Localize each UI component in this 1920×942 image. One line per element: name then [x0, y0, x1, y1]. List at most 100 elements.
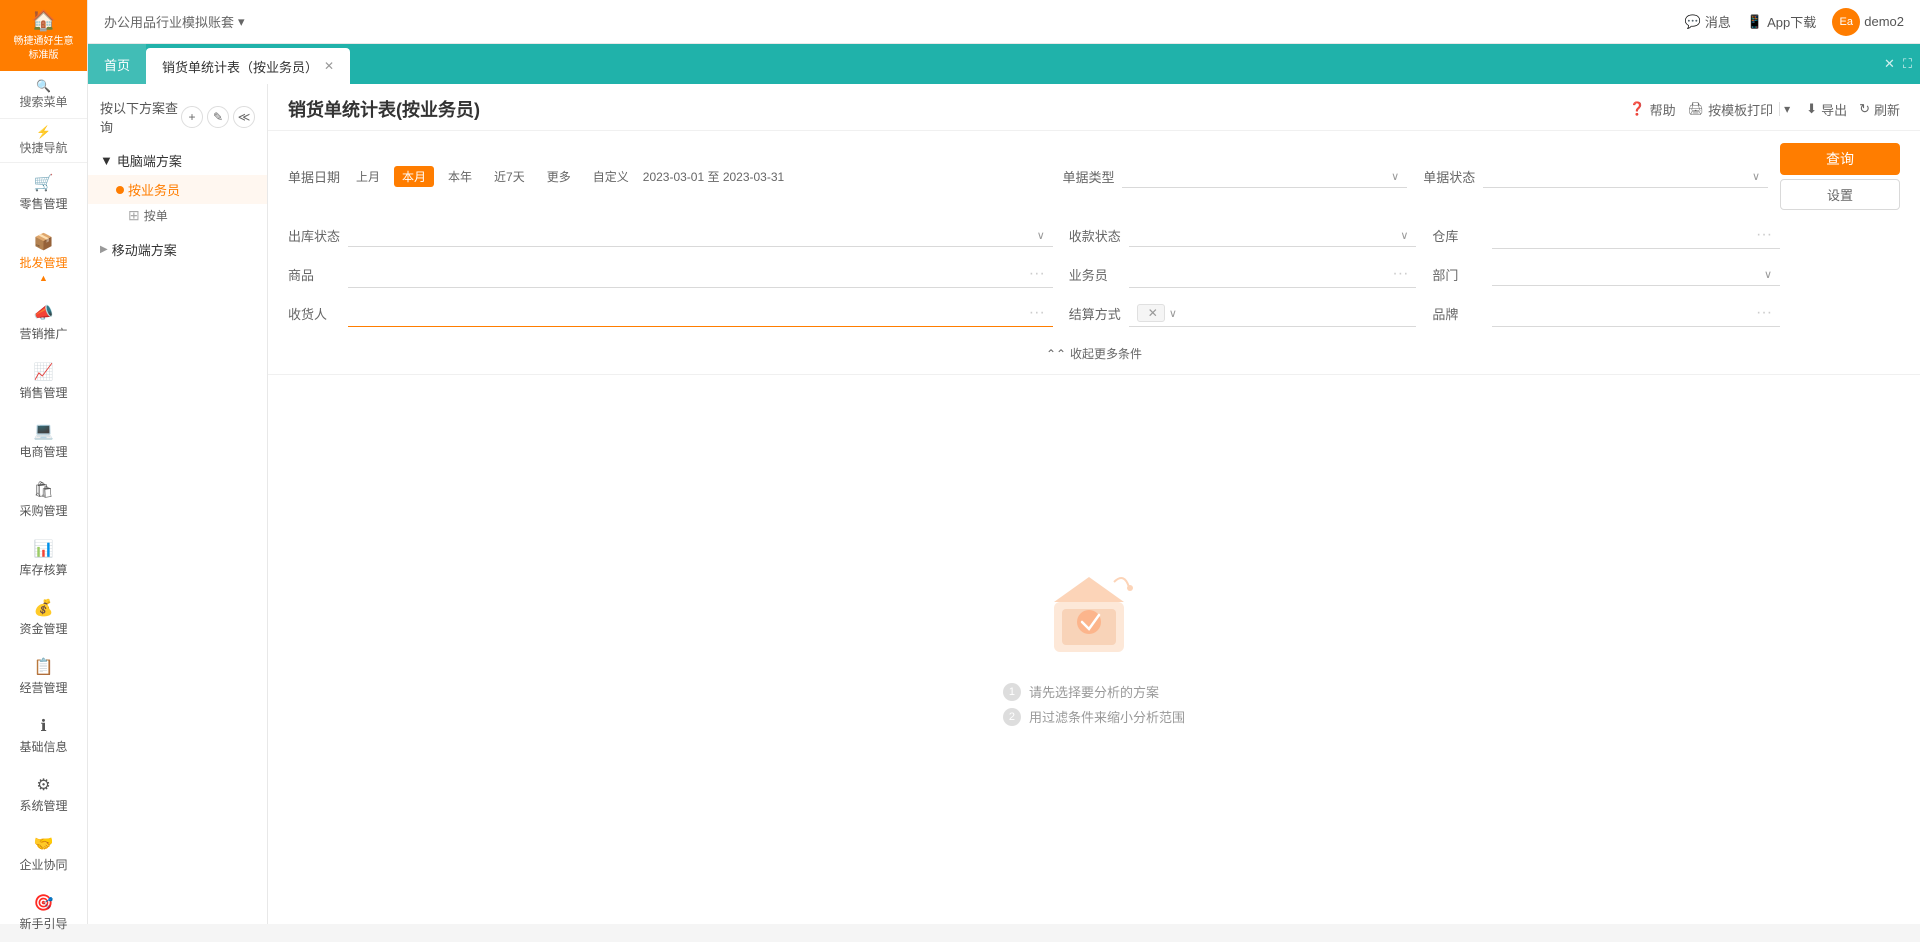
sidebar-logo[interactable]: 🏠 畅捷通好生意 标准版: [0, 0, 87, 71]
dept-label: 部门: [1432, 265, 1492, 284]
sidebar-item-finance[interactable]: 💰 资金管理: [0, 588, 87, 647]
tree-desktop-label: 电脑端方案: [117, 151, 182, 170]
warehouse-dots: ···: [1756, 226, 1772, 244]
warehouse-control[interactable]: ···: [1492, 222, 1780, 249]
sidebar-search[interactable]: 🔍 搜索菜单: [0, 71, 87, 119]
guide-icon: 🎯: [34, 893, 54, 913]
tab-close-icon[interactable]: ✕: [324, 59, 334, 73]
add-scheme-button[interactable]: +: [181, 106, 203, 128]
refresh-button[interactable]: ↻ 刷新: [1859, 100, 1900, 119]
out-status-control[interactable]: ∨: [348, 225, 1053, 247]
filter-salesman: 业务员 ···: [1069, 261, 1417, 288]
template-print-main[interactable]: 🖨 按模板打印: [1688, 100, 1780, 119]
purchase-icon: 🛍: [33, 480, 53, 500]
collapse-icon: ≪: [238, 110, 251, 124]
sidebar-item-retail[interactable]: 🛒 零售管理: [0, 163, 87, 222]
salesman-label: 业务员: [1069, 265, 1129, 284]
edit-scheme-button[interactable]: ✎: [207, 106, 229, 128]
payment-clear-button[interactable]: ✕: [1148, 306, 1158, 320]
tab-home-label: 首页: [104, 55, 130, 74]
sidebar-item-guide[interactable]: 🎯 新手引导: [0, 883, 87, 942]
receipt-status-control[interactable]: ∨: [1129, 225, 1417, 247]
collapse-panel-button[interactable]: ≪: [233, 106, 255, 128]
app-download-label: App下载: [1767, 12, 1816, 31]
tree-desktop-schemes[interactable]: ▼ 电脑端方案: [88, 146, 267, 175]
brand-label: 品牌: [1432, 304, 1492, 323]
sidebar-item-wholesale[interactable]: 📦 批发管理 ▲: [0, 222, 87, 293]
date-btn-last-month[interactable]: 上月: [348, 166, 388, 187]
brand-control[interactable]: ···: [1492, 300, 1780, 327]
date-btn-custom[interactable]: 自定义: [585, 166, 637, 187]
date-label: 单据日期: [288, 167, 348, 186]
tree-child-by-salesman[interactable]: 按业务员: [88, 175, 267, 204]
right-panel: 销货单统计表(按业务员) ❓ 帮助 🖨 按模板打印 ▾ ⬇: [268, 84, 1920, 924]
sidebar-item-corp[interactable]: 🤝 企业协同: [0, 824, 87, 883]
help-button[interactable]: ❓ 帮助: [1629, 100, 1675, 119]
breadcrumb-text: 办公用品行业模拟账套: [104, 12, 234, 31]
empty-tips: 1 请先选择要分析的方案 2 用过滤条件来缩小分析范围: [1003, 682, 1185, 732]
filter-warehouse: 仓库 ···: [1432, 222, 1780, 249]
print-icon: 🖨: [1688, 101, 1705, 117]
filter-doc-type: 单据类型 ∨: [1062, 166, 1407, 188]
goods-control[interactable]: ···: [348, 261, 1053, 288]
logo-icon: 🏠: [4, 8, 83, 34]
sidebar-item-basic[interactable]: ℹ 基础信息: [0, 706, 87, 765]
sidebar-item-operation[interactable]: 📋 经营管理: [0, 647, 87, 706]
doc-type-arrow: ∨: [1391, 170, 1399, 183]
sidebar-item-ecommerce[interactable]: 💻 电商管理: [0, 411, 87, 470]
tree-chevron-mobile: ▶: [100, 244, 108, 255]
collapse-chevron-up: ⌃⌃: [1046, 347, 1066, 361]
settings-button[interactable]: 设置: [1780, 179, 1900, 210]
date-btn-this-month[interactable]: 本月: [394, 166, 434, 187]
sidebar-sales-label: 销售管理: [19, 384, 67, 401]
help-icon: ❓: [1629, 101, 1645, 117]
sidebar-item-system[interactable]: ⚙ 系统管理: [0, 765, 87, 824]
dept-control[interactable]: ∨: [1492, 264, 1780, 286]
export-button[interactable]: ⬇ 导出: [1806, 100, 1847, 119]
basic-icon: ℹ: [40, 716, 46, 736]
tree-section-mobile: ▶ 移动端方案: [88, 231, 267, 268]
template-print-dropdown[interactable]: ▾: [1779, 102, 1794, 116]
breadcrumb-dropdown[interactable]: 办公用品行业模拟账套 ▾: [104, 12, 245, 31]
avatar[interactable]: Ea: [1832, 8, 1860, 36]
tip-text-2: 用过滤条件来缩小分析范围: [1029, 707, 1185, 726]
doc-type-control[interactable]: ∨: [1122, 166, 1407, 188]
add-icon: +: [188, 110, 195, 124]
collapse-section: ⌃⌃ 收起更多条件: [288, 339, 1900, 362]
tree-mobile-schemes[interactable]: ▶ 移动端方案: [88, 235, 267, 264]
query-button[interactable]: 查询: [1780, 143, 1900, 175]
edit-icon: ✎: [213, 110, 223, 124]
consignee-control[interactable]: ···: [348, 300, 1053, 327]
sidebar-guide-label: 新手引导: [19, 915, 67, 932]
sidebar-item-purchase[interactable]: 🛍 采购管理: [0, 470, 87, 529]
sidebar-item-sales[interactable]: 📈 销售管理: [0, 352, 87, 411]
page-header: 销货单统计表(按业务员) ❓ 帮助 🖨 按模板打印 ▾ ⬇: [268, 84, 1920, 131]
salesman-control[interactable]: ···: [1129, 261, 1417, 288]
consignee-label: 收货人: [288, 304, 348, 323]
tabbar: 首页 销货单统计表（按业务员） ✕ ✕ ⛶: [88, 44, 1920, 84]
collapse-conditions-button[interactable]: ⌃⌃ 收起更多条件: [1046, 345, 1142, 362]
app-download-button[interactable]: 📱 App下载: [1747, 12, 1816, 31]
window-close-icon[interactable]: ✕: [1884, 56, 1895, 72]
user-profile[interactable]: Ea demo2: [1832, 8, 1904, 36]
main-area: 办公用品行业模拟账套 ▾ 💬 消息 📱 App下载 Ea demo2 首页: [88, 0, 1920, 924]
tab-home[interactable]: 首页: [88, 44, 146, 84]
sidebar-item-marketing[interactable]: 📣 营销推广: [0, 293, 87, 352]
tabbar-expand[interactable]: ✕ ⛶: [1884, 56, 1912, 72]
operation-icon: 📋: [34, 657, 54, 677]
date-btn-this-year[interactable]: 本年: [440, 166, 480, 187]
dept-arrow: ∨: [1764, 268, 1772, 281]
tree-sub-by-order[interactable]: ⊞ 按单: [88, 204, 267, 227]
sidebar-item-inventory[interactable]: 📊 库存核算: [0, 529, 87, 588]
payment-control[interactable]: ✕ ∨: [1129, 300, 1417, 327]
doc-status-control[interactable]: ∨: [1483, 166, 1768, 188]
date-btn-7days[interactable]: 近7天: [486, 166, 533, 187]
template-print-button[interactable]: 🖨 按模板打印 ▾: [1688, 100, 1795, 119]
left-panel-actions: + ✎ ≪: [181, 106, 255, 128]
sidebar-quicknav[interactable]: ⚡ 快捷导航: [0, 119, 87, 163]
date-btn-more[interactable]: 更多: [539, 166, 579, 187]
doc-status-arrow: ∨: [1752, 170, 1760, 183]
tab-sales-stat[interactable]: 销货单统计表（按业务员） ✕: [146, 48, 350, 84]
message-button[interactable]: 💬 消息: [1685, 12, 1731, 31]
window-expand-icon[interactable]: ⛶: [1903, 56, 1912, 72]
